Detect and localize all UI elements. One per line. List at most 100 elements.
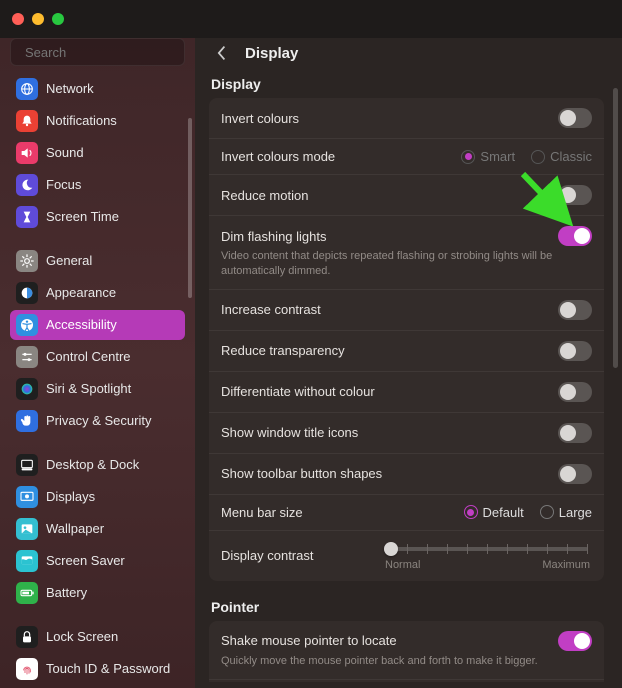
sidebar-item-label: Screen Time <box>46 210 119 224</box>
sidebar-item-label: Touch ID & Password <box>46 662 170 676</box>
window-traffic-lights <box>12 13 64 25</box>
label-toolbar-shapes: Show toolbar button shapes <box>221 466 382 481</box>
radio-group-invert-mode: Smart Classic <box>461 149 592 164</box>
slider-knob-display-contrast[interactable] <box>384 542 398 556</box>
moon-icon <box>16 174 38 196</box>
radio-menubar-default[interactable]: Default <box>464 505 524 520</box>
radio-invert-smart[interactable]: Smart <box>461 149 515 164</box>
fingerprint-icon <box>16 658 38 680</box>
sidebar-item-label: General <box>46 254 92 268</box>
lock-icon <box>16 626 38 648</box>
label-reduce-transparency: Reduce transparency <box>221 343 345 358</box>
sidebar-item-label: Battery <box>46 586 87 600</box>
sidebar-item-focus[interactable]: Focus <box>10 170 185 200</box>
wallpaper-icon <box>16 518 38 540</box>
search-field[interactable] <box>10 38 185 66</box>
sidebar-item-label: Screen Saver <box>46 554 125 568</box>
toggle-reduce-transparency[interactable] <box>558 341 592 361</box>
sidebar-item-sound[interactable]: Sound <box>10 138 185 168</box>
slider-min-display-contrast: Normal <box>385 559 420 571</box>
desc-dim-flashing: Video content that depicts repeated flas… <box>221 249 561 279</box>
window-minimize-button[interactable] <box>32 13 44 25</box>
window-close-button[interactable] <box>12 13 24 25</box>
dock-icon <box>16 454 38 476</box>
section-header-display: Display <box>211 76 604 92</box>
sidebar-item-label: Desktop & Dock <box>46 458 139 472</box>
sidebar-scrollbar[interactable] <box>188 118 192 298</box>
content-scrollbar[interactable] <box>613 88 618 368</box>
sidebar-item-label: Displays <box>46 490 95 504</box>
sidebar-item-label: Privacy & Security <box>46 414 151 428</box>
sidebar-item-label: Wallpaper <box>46 522 104 536</box>
label-shake-pointer: Shake mouse pointer to locate <box>221 633 397 648</box>
sidebar-item-lock-screen[interactable]: Lock Screen <box>10 622 185 652</box>
sidebar-item-label: Control Centre <box>46 350 131 364</box>
window-titlebar <box>0 0 622 38</box>
page-title: Display <box>245 45 298 62</box>
sidebar-item-label: Focus <box>46 178 81 192</box>
sidebar-item-control-centre[interactable]: Control Centre <box>10 342 185 372</box>
sidebar-item-label: Appearance <box>46 286 116 300</box>
back-button[interactable] <box>213 44 231 62</box>
desc-shake-pointer: Quickly move the mouse pointer back and … <box>221 654 561 669</box>
sidebar-item-label: Siri & Spotlight <box>46 382 131 396</box>
sidebar-item-network[interactable]: Network <box>10 74 185 104</box>
globe-icon <box>16 78 38 100</box>
sidebar-item-touch-id-password[interactable]: Touch ID & Password <box>10 654 185 684</box>
battery-icon <box>16 582 38 604</box>
label-invert-colours: Invert colours <box>221 111 299 126</box>
label-dim-flashing: Dim flashing lights <box>221 229 327 244</box>
label-invert-mode: Invert colours mode <box>221 149 335 164</box>
sidebar-item-notifications[interactable]: Notifications <box>10 106 185 136</box>
screensaver-icon <box>16 550 38 572</box>
sidebar-item-siri-spotlight[interactable]: Siri & Spotlight <box>10 374 185 404</box>
search-input[interactable] <box>25 45 195 60</box>
label-reduce-motion: Reduce motion <box>221 188 308 203</box>
toggle-increase-contrast[interactable] <box>558 300 592 320</box>
sidebar-item-label: Accessibility <box>46 318 117 332</box>
toggle-dim-flashing[interactable] <box>558 226 592 246</box>
sidebar-item-battery[interactable]: Battery <box>10 578 185 608</box>
chevron-left-icon <box>216 45 228 61</box>
toggle-toolbar-shapes[interactable] <box>558 464 592 484</box>
appearance-icon <box>16 282 38 304</box>
sidebar-item-general[interactable]: General <box>10 246 185 276</box>
slider-max-display-contrast: Maximum <box>542 559 590 571</box>
sidebar-item-label: Lock Screen <box>46 630 118 644</box>
content-pane: Display Display Invert colours Invert co… <box>195 38 622 688</box>
gear-icon <box>16 250 38 272</box>
sidebar-item-label: Sound <box>46 146 84 160</box>
sidebar-item-accessibility[interactable]: Accessibility <box>10 310 185 340</box>
sidebar-item-desktop-dock[interactable]: Desktop & Dock <box>10 450 185 480</box>
window-zoom-button[interactable] <box>52 13 64 25</box>
sidebar-item-privacy-security[interactable]: Privacy & Security <box>10 406 185 436</box>
toggle-title-icons[interactable] <box>558 423 592 443</box>
toggle-diff-colour[interactable] <box>558 382 592 402</box>
toggle-shake-pointer[interactable] <box>558 631 592 651</box>
sidebar-item-appearance[interactable]: Appearance <box>10 278 185 308</box>
accessibility-icon <box>16 314 38 336</box>
bell-icon <box>16 110 38 132</box>
label-display-contrast: Display contrast <box>221 548 371 563</box>
radio-group-menubar-size: Default Large <box>464 505 592 520</box>
sliders-icon <box>16 346 38 368</box>
sidebar-item-wallpaper[interactable]: Wallpaper <box>10 514 185 544</box>
radio-menubar-large[interactable]: Large <box>540 505 592 520</box>
speaker-icon <box>16 142 38 164</box>
panel-display: Invert colours Invert colours mode Smart… <box>209 98 604 581</box>
sidebar-item-screen-time[interactable]: Screen Time <box>10 202 185 232</box>
toggle-invert-colours[interactable] <box>558 108 592 128</box>
panel-pointer: Shake mouse pointer to locate Quickly mo… <box>209 621 604 682</box>
label-menubar-size: Menu bar size <box>221 505 303 520</box>
siri-icon <box>16 378 38 400</box>
hand-icon <box>16 410 38 432</box>
slider-display-contrast[interactable]: Normal Maximum <box>383 541 592 571</box>
sidebar-item-displays[interactable]: Displays <box>10 482 185 512</box>
sidebar-item-label: Notifications <box>46 114 117 128</box>
radio-invert-classic[interactable]: Classic <box>531 149 592 164</box>
toggle-reduce-motion[interactable] <box>558 185 592 205</box>
label-diff-colour: Differentiate without colour <box>221 384 375 399</box>
hourglass-icon <box>16 206 38 228</box>
sidebar: Network Notifications Sound Focus Screen Tim… <box>0 38 195 688</box>
sidebar-item-screen-saver[interactable]: Screen Saver <box>10 546 185 576</box>
